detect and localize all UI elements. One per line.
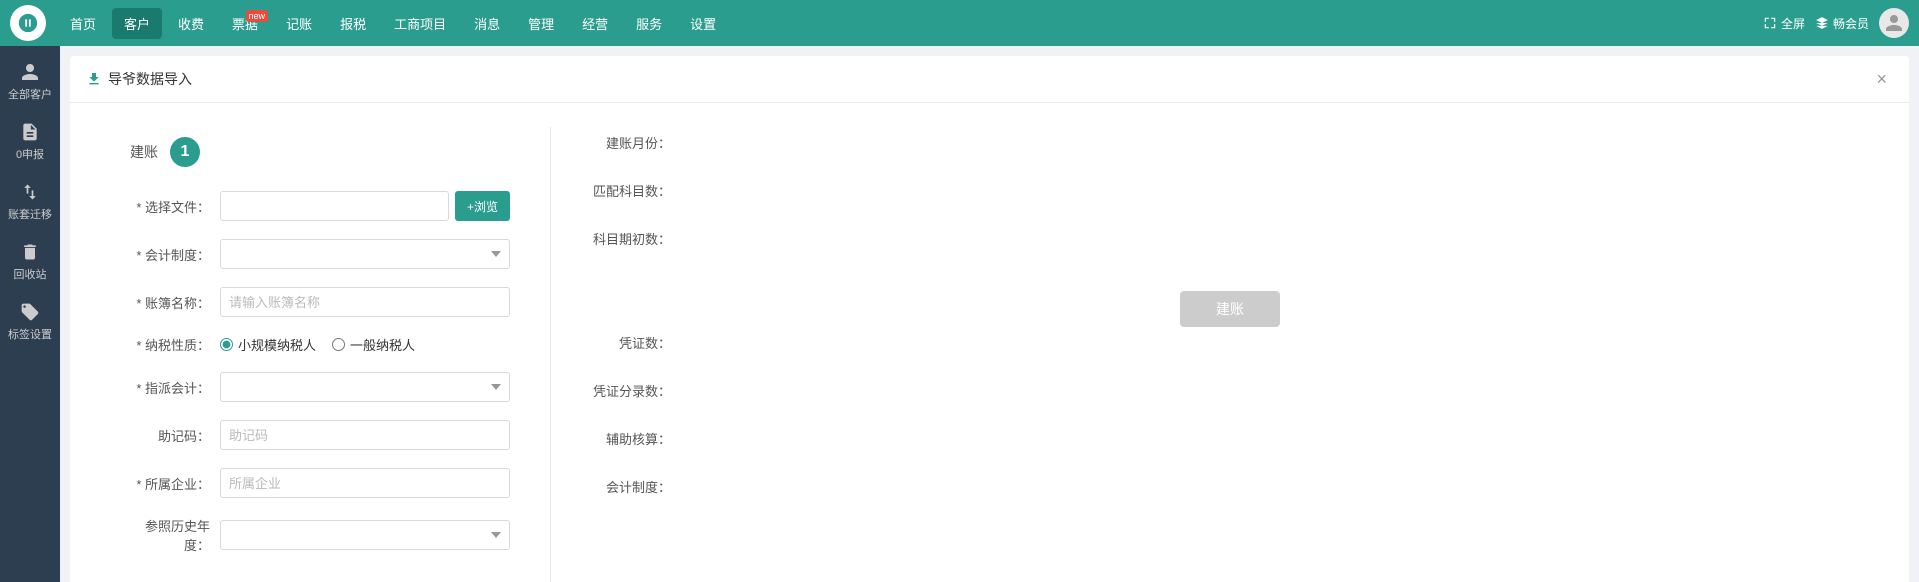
browse-button[interactable]: +浏览	[455, 191, 510, 221]
ledger-name-row: * 账簿名称：	[130, 287, 510, 317]
nav-manage[interactable]: 管理	[516, 8, 566, 39]
assign-accountant-label: * 指派会计：	[130, 378, 220, 397]
aux-calc-label: 辅助核算：	[591, 429, 681, 448]
voucher-records-label: 凭证分录数：	[591, 381, 681, 400]
panel-close-button[interactable]: ×	[1870, 68, 1893, 90]
build-button-row: 建账	[591, 291, 1869, 327]
step-label: 建账	[130, 142, 158, 162]
fullscreen-btn[interactable]: 全屏	[1763, 15, 1805, 32]
history-year-select[interactable]	[220, 520, 510, 550]
nav-fee[interactable]: 收费	[166, 8, 216, 39]
accounting-system-label: * 会计制度：	[130, 245, 220, 264]
nav-message[interactable]: 消息	[462, 8, 512, 39]
panel-header: 导爷数据导入 ×	[70, 56, 1909, 103]
nav-biz[interactable]: 工商项目	[382, 8, 458, 39]
main-layout: 全部客户 0申报 账套迁移 回收站 标签设置 导爷数据导入	[0, 46, 1919, 582]
nav-service[interactable]: 服务	[624, 8, 674, 39]
nav-invoice[interactable]: 票据 new	[220, 8, 270, 39]
sidebar-item-tag[interactable]: 标签设置	[2, 294, 58, 350]
app-logo[interactable]	[10, 5, 46, 41]
tax-small-radio[interactable]: 小规模纳税人	[220, 335, 316, 354]
company-row: * 所属企业：	[130, 468, 510, 498]
panel-title-area: 导爷数据导入	[86, 69, 192, 89]
assign-accountant-select[interactable]	[220, 372, 510, 402]
import-icon	[86, 71, 102, 87]
file-input-area: +浏览	[220, 191, 510, 221]
accounting-system-info-label: 会计制度：	[591, 477, 681, 496]
history-year-label: 参照历史年度：	[130, 516, 220, 554]
nav-right: 全屏 畅会员	[1763, 8, 1909, 38]
build-month-row: 建账月份：	[591, 127, 1869, 157]
accounting-system-row: * 会计制度： 小企业会计准则 企业会计准则 行政事业单位会计制度	[130, 239, 510, 269]
accounting-system-info-row: 会计制度：	[591, 471, 1869, 501]
tax-type-label: * 纳税性质：	[130, 335, 220, 354]
nav-client[interactable]: 客户	[112, 8, 162, 39]
sidebar-item-all-clients[interactable]: 全部客户	[2, 54, 58, 110]
sidebar-item-migrate[interactable]: 账套迁移	[2, 174, 58, 230]
member-btn[interactable]: 畅会员	[1815, 15, 1869, 32]
sidebar: 全部客户 0申报 账套迁移 回收站 标签设置	[0, 46, 60, 582]
match-subject-label: 匹配科目数：	[591, 181, 681, 200]
voucher-records-row: 凭证分录数：	[591, 375, 1869, 405]
memo-row: 助记码：	[130, 420, 510, 450]
memo-input[interactable]	[220, 420, 510, 450]
nav-settings[interactable]: 设置	[678, 8, 728, 39]
match-subject-row: 匹配科目数：	[591, 175, 1869, 205]
period-init-label: 科目期初数：	[591, 229, 681, 248]
step-section: 建账 1 * 选择文件： +浏览	[70, 127, 550, 582]
voucher-label: 凭证数：	[591, 333, 681, 352]
user-avatar[interactable]	[1879, 8, 1909, 38]
sidebar-item-recycle[interactable]: 回收站	[2, 234, 58, 290]
company-label: * 所属企业：	[130, 474, 220, 493]
main-content: 导爷数据导入 × 建账 1 * 选择文件：	[60, 46, 1919, 582]
ledger-name-label: * 账簿名称：	[130, 293, 220, 312]
sidebar-item-declaration[interactable]: 0申报	[2, 114, 58, 170]
ledger-name-input[interactable]	[220, 287, 510, 317]
build-month-label: 建账月份：	[591, 133, 681, 152]
nav-finance[interactable]: 经营	[570, 8, 620, 39]
file-label: * 选择文件：	[130, 197, 220, 216]
memo-label: 助记码：	[130, 426, 220, 445]
panel-title: 导爷数据导入	[108, 69, 192, 89]
file-row: * 选择文件： +浏览	[130, 191, 510, 221]
invoice-badge: new	[246, 10, 269, 23]
tax-type-row: * 纳税性质： 小规模纳税人 一般纳税人	[130, 335, 510, 354]
company-input[interactable]	[220, 468, 510, 498]
tax-radio-group: 小规模纳税人 一般纳税人	[220, 335, 510, 354]
history-year-row: 参照历史年度：	[130, 516, 510, 554]
nav-ledger[interactable]: 记账	[274, 8, 324, 39]
build-button[interactable]: 建账	[1180, 291, 1280, 327]
assign-accountant-row: * 指派会计：	[130, 372, 510, 402]
step-header: 建账 1	[130, 137, 510, 167]
nav-home[interactable]: 首页	[58, 8, 108, 39]
accounting-system-select[interactable]: 小企业会计准则 企业会计准则 行政事业单位会计制度	[220, 239, 510, 269]
aux-calc-row: 辅助核算：	[591, 423, 1869, 453]
file-input[interactable]	[220, 191, 449, 221]
import-panel: 导爷数据导入 × 建账 1 * 选择文件：	[70, 56, 1909, 582]
nav-items: 首页 客户 收费 票据 new 记账 报税 工商项目 消息 管理 经营 服务 设…	[58, 8, 1763, 39]
top-navigation: 首页 客户 收费 票据 new 记账 报税 工商项目 消息 管理 经营 服务 设…	[0, 0, 1919, 46]
period-init-row: 科目期初数：	[591, 223, 1869, 253]
info-section: 建账月份： 匹配科目数： 科目期初数： 建账	[551, 127, 1909, 582]
step-circle: 1	[170, 137, 200, 167]
tax-general-radio[interactable]: 一般纳税人	[332, 335, 415, 354]
nav-tax[interactable]: 报税	[328, 8, 378, 39]
voucher-row: 凭证数：	[591, 327, 1869, 357]
panel-body: 建账 1 * 选择文件： +浏览	[70, 103, 1909, 582]
